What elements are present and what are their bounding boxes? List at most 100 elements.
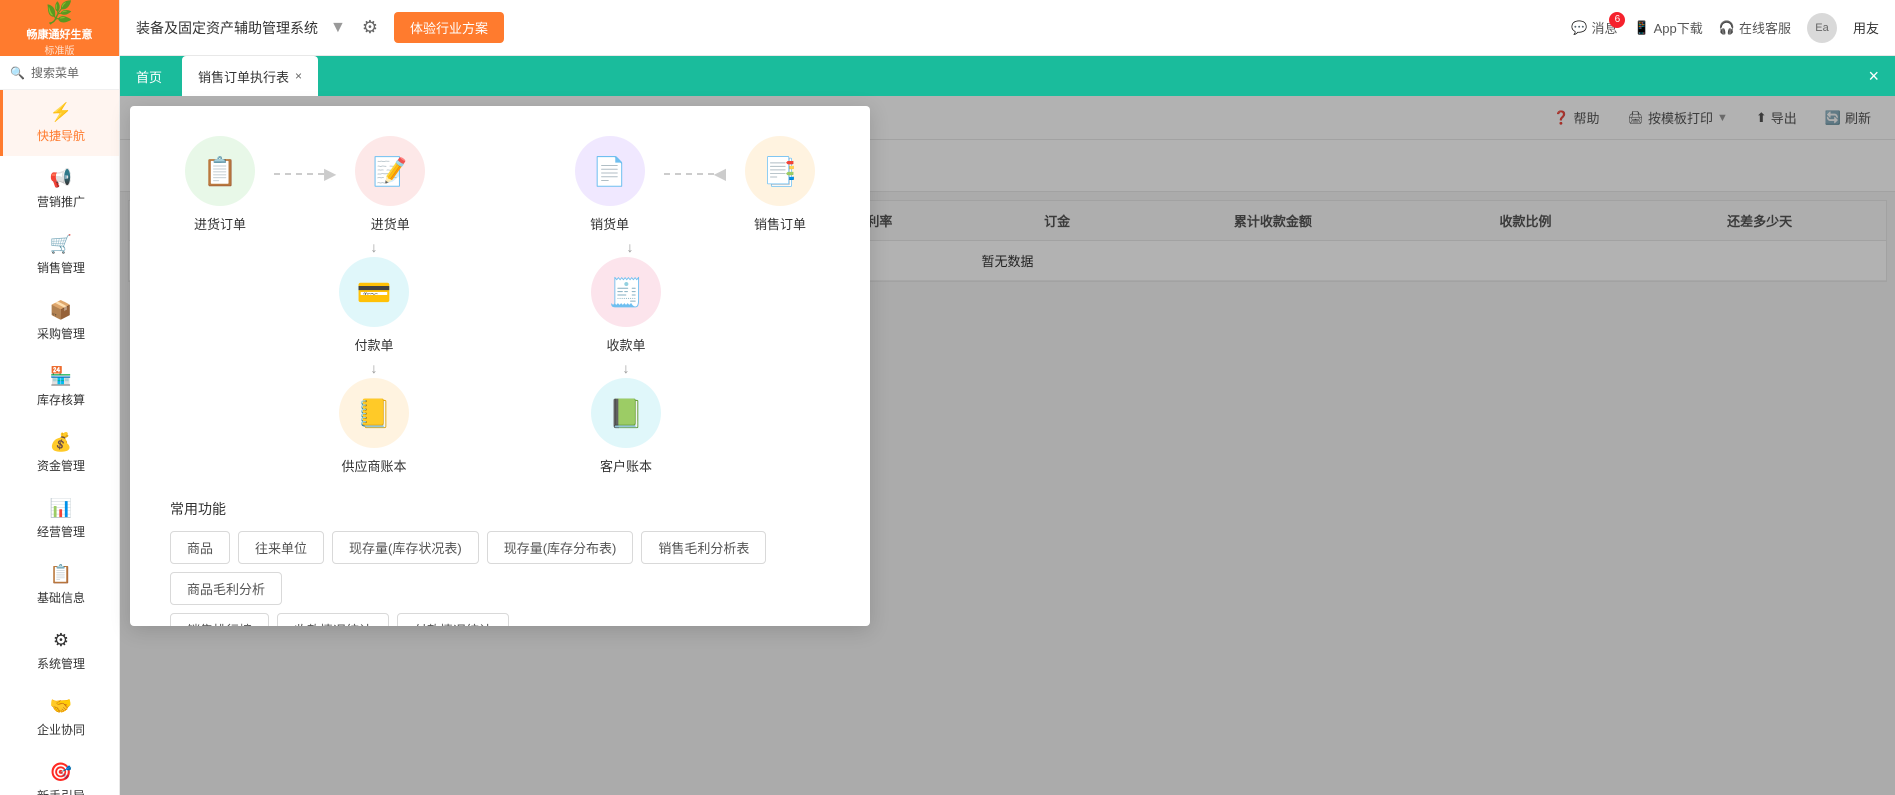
- trial-button[interactable]: 体验行业方案: [394, 12, 504, 43]
- sidebar-item-label: 企业协同: [37, 721, 85, 738]
- system-dropdown[interactable]: ▼: [330, 19, 346, 37]
- flow-item-purchase-order[interactable]: 📋 进货订单: [170, 136, 270, 233]
- purchase-bill-circle[interactable]: 📝: [355, 136, 425, 206]
- online-service-label: 在线客服: [1739, 18, 1791, 37]
- func-btn-sales-profit[interactable]: 销售毛利分析表: [641, 531, 766, 564]
- tab-sales-label: 销售订单执行表: [198, 67, 289, 86]
- common-title: 常用功能: [170, 499, 830, 519]
- sidebar-item-quick-nav[interactable]: ⚡ 快捷导航: [0, 90, 119, 156]
- logo-icon: 🌿: [46, 0, 73, 26]
- func-btn-stock-dist[interactable]: 现存量(库存分布表): [487, 531, 634, 564]
- func-btn-product-profit[interactable]: 商品毛利分析: [170, 572, 282, 605]
- tab-close-icon[interactable]: ×: [295, 69, 302, 83]
- sales-order-circle[interactable]: 📑: [745, 136, 815, 206]
- customer-ledger-label: 客户账本: [600, 456, 652, 475]
- receipt-icon: 🧾: [609, 276, 644, 309]
- receipt-circle[interactable]: 🧾: [591, 257, 661, 327]
- app-subtitle: 标准版: [45, 42, 75, 57]
- avatar-text: Ea: [1815, 22, 1828, 34]
- func-btn-product[interactable]: 商品: [170, 531, 230, 564]
- quick-nav-icon: ⚡: [50, 102, 72, 123]
- download-icon: 📱: [1633, 20, 1649, 36]
- sidebar-item-guide[interactable]: 🎯 新手引导: [0, 750, 119, 795]
- app-download-label: App下载: [1654, 18, 1703, 37]
- func-btn-partner[interactable]: 往来单位: [238, 531, 324, 564]
- func-btn-receipt-stats[interactable]: 收款情况统计: [277, 613, 389, 626]
- flow-item-receipt[interactable]: 🧾 收款单: [576, 257, 676, 354]
- app-name: 畅康通好生意: [27, 26, 93, 42]
- sidebar-item-purchase[interactable]: 📦 采购管理: [0, 288, 119, 354]
- sidebar-item-basic-info[interactable]: 📋 基础信息: [0, 552, 119, 618]
- customer-ledger-icon: 📗: [609, 397, 644, 430]
- flow-item-purchase-bill[interactable]: 📝 进货单: [340, 136, 440, 233]
- guide-icon: 🎯: [50, 762, 72, 783]
- sidebar-item-enterprise[interactable]: 🤝 企业协同: [0, 684, 119, 750]
- basic-info-icon: 📋: [50, 564, 72, 585]
- payment-label: 付款单: [354, 335, 393, 354]
- sidebar-logo[interactable]: 🌿 畅康通好生意 标准版: [0, 0, 119, 56]
- sidebar: 🌿 畅康通好生意 标准版 🔍 搜索菜单 ⚡ 快捷导航 📢 营销推广 🛒 销售管理…: [0, 0, 120, 795]
- tab-sales-order-exec[interactable]: 销售订单执行表 ×: [182, 56, 318, 96]
- dropdown-arrow-icon: ▼: [330, 19, 346, 37]
- tab-bar-close-icon[interactable]: ×: [1852, 66, 1895, 87]
- sidebar-item-label: 系统管理: [37, 655, 85, 672]
- flow-modal: 📋 进货订单 ▶ 📝 进货单: [130, 106, 870, 626]
- search-label: 搜索菜单: [31, 64, 79, 81]
- supplier-ledger-icon: 📒: [357, 397, 392, 430]
- func-btn-sales-rank[interactable]: 销售排行榜: [170, 613, 269, 626]
- sidebar-item-system[interactable]: ⚙ 系统管理: [0, 618, 119, 684]
- sidebar-item-operations[interactable]: 📊 经营管理: [0, 486, 119, 552]
- avatar[interactable]: Ea: [1807, 13, 1837, 43]
- operations-icon: 📊: [50, 498, 72, 519]
- message-action[interactable]: 💬 消息 6: [1571, 18, 1617, 37]
- sidebar-item-label: 快捷导航: [37, 127, 85, 144]
- marketing-icon: 📢: [50, 168, 72, 189]
- func-btn-payment-stats[interactable]: 付款情况统计: [397, 613, 509, 626]
- supplier-ledger-circle[interactable]: 📒: [339, 378, 409, 448]
- system-title: 装备及固定资产辅助管理系统: [136, 18, 318, 38]
- purchase-icon: 📦: [50, 300, 72, 321]
- flow-item-customer-ledger[interactable]: 📗 客户账本: [576, 378, 676, 475]
- inventory-icon: 🏪: [50, 366, 72, 387]
- tab-home[interactable]: 首页: [120, 56, 178, 96]
- sidebar-item-marketing[interactable]: 📢 营销推广: [0, 156, 119, 222]
- header-actions: 💬 消息 6 📱 App下载 🎧 在线客服 Ea 用友: [1571, 13, 1879, 43]
- sales-bill-label: 销货单: [590, 214, 629, 233]
- message-icon: 💬: [1571, 20, 1587, 36]
- sales-icon: 🛒: [50, 234, 72, 255]
- username[interactable]: 用友: [1853, 18, 1879, 37]
- sidebar-item-label: 经营管理: [37, 523, 85, 540]
- modal-overlay[interactable]: 📋 进货订单 ▶ 📝 进货单: [120, 96, 1895, 795]
- purchase-order-circle[interactable]: 📋: [185, 136, 255, 206]
- payment-circle[interactable]: 💳: [339, 257, 409, 327]
- search-icon: 🔍: [10, 66, 25, 80]
- func-btn-stock-status[interactable]: 现存量(库存状况表): [332, 531, 479, 564]
- sidebar-search[interactable]: 🔍 搜索菜单: [0, 56, 119, 90]
- sales-bill-circle[interactable]: 📄: [575, 136, 645, 206]
- receipt-label: 收款单: [606, 335, 645, 354]
- flow-item-supplier-ledger[interactable]: 📒 供应商账本: [324, 378, 424, 475]
- flow-item-sales-order[interactable]: 📑 销售订单: [730, 136, 830, 233]
- gear-icon[interactable]: ⚙: [358, 13, 382, 42]
- sidebar-item-sales[interactable]: 🛒 销售管理: [0, 222, 119, 288]
- sidebar-item-finance[interactable]: 💰 资金管理: [0, 420, 119, 486]
- sidebar-item-label: 库存核算: [37, 391, 85, 408]
- flow-item-sales-bill[interactable]: 📄 销货单: [560, 136, 660, 233]
- sales-order-label: 销售订单: [754, 214, 806, 233]
- flow-item-payment[interactable]: 💳 付款单: [324, 257, 424, 354]
- purchase-order-icon: 📋: [203, 155, 238, 188]
- system-icon: ⚙: [53, 630, 69, 651]
- sidebar-navigation: ⚡ 快捷导航 📢 营销推广 🛒 销售管理 📦 采购管理 🏪 库存核算 💰 资金管…: [0, 90, 119, 795]
- online-service-action[interactable]: 🎧 在线客服: [1719, 18, 1791, 37]
- app-download-action[interactable]: 📱 App下载: [1633, 18, 1702, 37]
- sidebar-item-inventory[interactable]: 🏪 库存核算: [0, 354, 119, 420]
- tab-bar: 首页 销售订单执行表 × ×: [120, 56, 1895, 96]
- tab-home-label: 首页: [136, 67, 162, 86]
- sidebar-item-label: 基础信息: [37, 589, 85, 606]
- enterprise-icon: 🤝: [50, 696, 72, 717]
- purchase-bill-label: 进货单: [371, 214, 410, 233]
- supplier-ledger-label: 供应商账本: [341, 456, 406, 475]
- customer-ledger-circle[interactable]: 📗: [591, 378, 661, 448]
- purchase-bill-icon: 📝: [373, 155, 408, 188]
- purchase-order-label: 进货订单: [194, 214, 246, 233]
